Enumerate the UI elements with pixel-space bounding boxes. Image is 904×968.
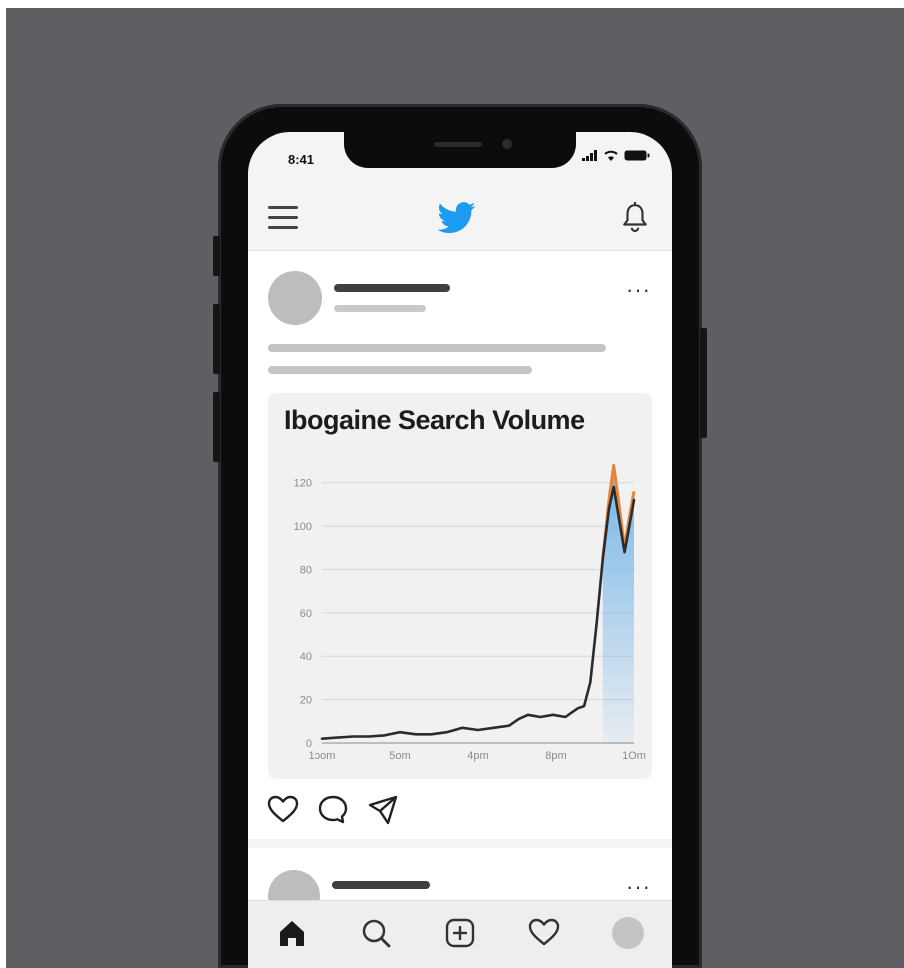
bell-icon[interactable] — [622, 202, 648, 232]
heart-icon[interactable] — [266, 793, 300, 827]
y-tick-label: 80 — [300, 564, 312, 576]
tweet-text-placeholder — [268, 366, 532, 374]
app-header — [248, 188, 672, 251]
phone-side-button — [213, 236, 220, 276]
phone-side-button — [700, 328, 707, 438]
reply-icon[interactable] — [316, 793, 350, 827]
hamburger-menu-icon[interactable] — [268, 206, 298, 230]
x-tick-label: 5om — [389, 750, 410, 762]
y-tick-label: 60 — [300, 608, 312, 620]
heart-icon[interactable] — [526, 915, 562, 951]
chart-image[interactable]: Ibogaine Search Volume 0 20 40 60 80 100 120 1ɔ… — [268, 393, 652, 779]
front-camera — [502, 139, 512, 149]
status-time: 8:41 — [288, 152, 315, 167]
x-tick-label: 1ɔom — [309, 750, 336, 762]
notch — [344, 132, 576, 168]
cellular-signal-icon — [582, 150, 597, 161]
y-tick-label: 0 — [306, 738, 312, 750]
x-tick-label: 8pm — [545, 750, 566, 762]
bottom-tab-bar — [248, 900, 672, 968]
y-tick-label: 100 — [294, 521, 312, 533]
tweet-card: ··· Ibogaine Search Volume 0 20 40 60 80 100 1… — [248, 251, 672, 839]
y-tick-label: 20 — [300, 695, 312, 707]
battery-icon — [624, 150, 650, 161]
y-tick-label: 120 — [294, 478, 312, 490]
home-icon[interactable] — [274, 915, 310, 951]
y-tick-label: 40 — [300, 651, 312, 663]
chart-title: Ibogaine Search Volume — [284, 405, 585, 435]
tweet-actions — [266, 793, 400, 827]
wifi-icon — [604, 150, 618, 161]
handle-placeholder — [334, 305, 426, 312]
tweet-text-placeholder — [268, 344, 606, 352]
username-placeholder — [334, 284, 450, 292]
speaker-grille — [434, 142, 482, 147]
more-options-icon[interactable]: ··· — [626, 279, 651, 301]
avatar[interactable] — [268, 271, 322, 325]
x-tick-label: 4pm — [467, 750, 488, 762]
compose-icon[interactable] — [442, 915, 478, 951]
username-placeholder — [332, 881, 430, 889]
x-tick-label: 1Om — [622, 750, 646, 762]
profile-avatar[interactable] — [612, 917, 644, 949]
search-icon[interactable] — [358, 915, 394, 951]
phone-side-button — [213, 392, 220, 462]
bird-icon[interactable] — [438, 202, 476, 234]
status-icons — [582, 150, 650, 161]
line-chart: 0 20 40 60 80 100 120 1ɔom 5om 4pm 8pm 1Om — [294, 463, 646, 762]
phone-side-button — [213, 304, 220, 374]
phone-screen: 8:41 ··· Ibogaine Search Volume 0 20 40 … — [248, 132, 672, 968]
more-options-icon[interactable]: ··· — [626, 876, 651, 898]
share-icon[interactable] — [366, 793, 400, 827]
